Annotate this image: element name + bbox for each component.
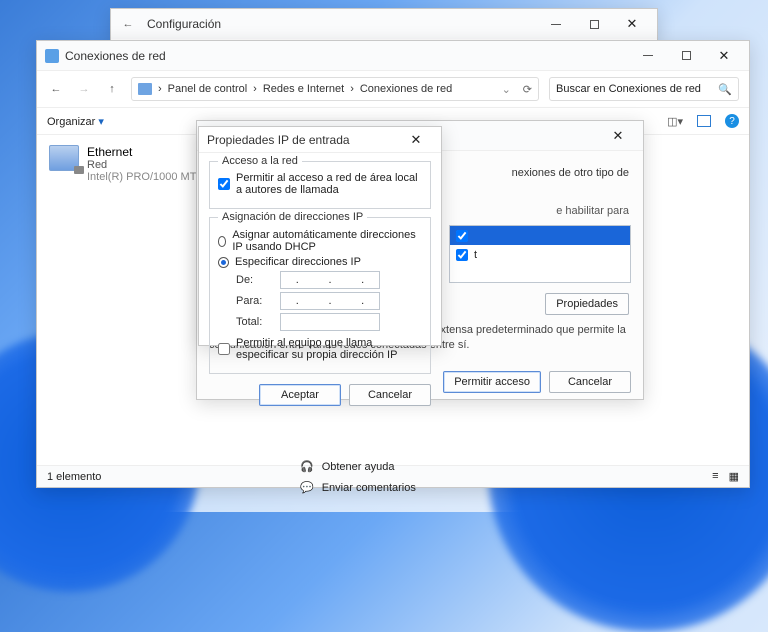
ok-button[interactable]: Aceptar xyxy=(259,384,341,406)
status-text: 1 elemento xyxy=(47,471,101,483)
cancel-button[interactable]: Cancelar xyxy=(549,371,631,393)
minimize-button[interactable] xyxy=(631,45,665,67)
properties-button[interactable]: Propiedades xyxy=(545,293,629,315)
total-output xyxy=(280,313,380,331)
list-item[interactable]: t xyxy=(450,245,630,264)
to-label: Para: xyxy=(236,295,272,307)
close-button[interactable]: ✕ xyxy=(399,129,433,151)
chevron-right-icon: › xyxy=(156,83,164,95)
cancel-button[interactable]: Cancelar xyxy=(349,384,431,406)
total-label: Total: xyxy=(236,316,272,328)
minimize-button[interactable] xyxy=(539,13,573,35)
dhcp-radio[interactable]: Asignar automáticamente direcciones IP u… xyxy=(218,229,422,253)
crumb-0[interactable]: Panel de control xyxy=(168,83,248,95)
forward-icon[interactable]: → xyxy=(75,80,93,98)
pc-icon xyxy=(138,83,152,95)
checkbox[interactable] xyxy=(456,249,468,261)
close-button[interactable]: ✕ xyxy=(615,13,649,35)
back-icon[interactable]: ← xyxy=(47,80,65,98)
from-label: De: xyxy=(236,274,272,286)
up-icon[interactable]: ↑ xyxy=(103,80,121,98)
chevron-right-icon: › xyxy=(348,83,356,95)
preview-pane-icon[interactable] xyxy=(697,115,711,127)
get-help-link[interactable]: 🎧Obtener ayuda xyxy=(300,460,416,473)
details-view-icon[interactable]: ≡ xyxy=(712,470,718,483)
allow-caller-ip-checkbox[interactable]: Permitir al equipo que llama especificar… xyxy=(218,337,422,361)
crumb-1[interactable]: Redes e Internet xyxy=(263,83,344,95)
specify-ip-radio[interactable]: Especificar direcciones IP xyxy=(218,256,422,268)
close-button[interactable]: ✕ xyxy=(601,125,635,147)
back-icon[interactable]: ← xyxy=(119,15,137,33)
to-ip-input[interactable]: ... xyxy=(280,292,380,310)
network-access-group: Acceso a la red Permitir al acceso a red… xyxy=(209,161,431,209)
from-ip-input[interactable]: ... xyxy=(280,271,380,289)
checkbox[interactable] xyxy=(456,230,468,242)
view-options-icon[interactable]: ◫▾ xyxy=(667,115,683,128)
allow-access-button[interactable]: Permitir acceso xyxy=(443,371,541,393)
protocol-listbox[interactable]: t xyxy=(449,225,631,283)
dialog-title: Propiedades IP de entrada xyxy=(207,133,399,147)
close-button[interactable]: ✕ xyxy=(707,45,741,67)
adapter-icon xyxy=(49,145,79,171)
maximize-button[interactable] xyxy=(577,13,611,35)
crumb-2[interactable]: Conexiones de red xyxy=(360,83,452,95)
search-placeholder: Buscar en Conexiones de red xyxy=(556,83,712,95)
settings-window: ← Configuración ✕ xyxy=(110,8,658,42)
feedback-link[interactable]: 💬Enviar comentarios xyxy=(300,481,416,494)
settings-title: Configuración xyxy=(147,17,539,31)
help-icon: 🎧 xyxy=(300,460,314,473)
chevron-down-icon[interactable]: ⌄ xyxy=(502,83,511,96)
allow-lan-checkbox[interactable]: Permitir al acceso a red de área local a… xyxy=(218,172,422,196)
feedback-icon: 💬 xyxy=(300,481,314,494)
ip-properties-dialog: Propiedades IP de entrada ✕ Acceso a la … xyxy=(198,126,442,346)
search-icon: 🔍 xyxy=(718,83,732,96)
app-icon xyxy=(45,49,59,63)
window-title: Conexiones de red xyxy=(65,49,631,63)
refresh-icon[interactable]: ⟳ xyxy=(523,83,532,96)
icons-view-icon[interactable]: ▦ xyxy=(729,470,739,483)
breadcrumb[interactable]: › Panel de control › Redes e Internet › … xyxy=(131,77,539,101)
chevron-right-icon: › xyxy=(251,83,259,95)
list-item[interactable] xyxy=(450,226,630,245)
help-links: 🎧Obtener ayuda 💬Enviar comentarios xyxy=(300,460,416,494)
nav-toolbar: ← → ↑ › Panel de control › Redes e Inter… xyxy=(37,71,749,108)
ip-assignment-group: Asignación de direcciones IP Asignar aut… xyxy=(209,217,431,374)
group-label: Acceso a la red xyxy=(218,155,302,167)
maximize-button[interactable] xyxy=(669,45,703,67)
search-input[interactable]: Buscar en Conexiones de red 🔍 xyxy=(549,77,739,101)
organize-menu[interactable]: Organizar ▾ xyxy=(47,115,104,128)
group-label: Asignación de direcciones IP xyxy=(218,211,367,223)
help-icon[interactable]: ? xyxy=(725,114,739,128)
